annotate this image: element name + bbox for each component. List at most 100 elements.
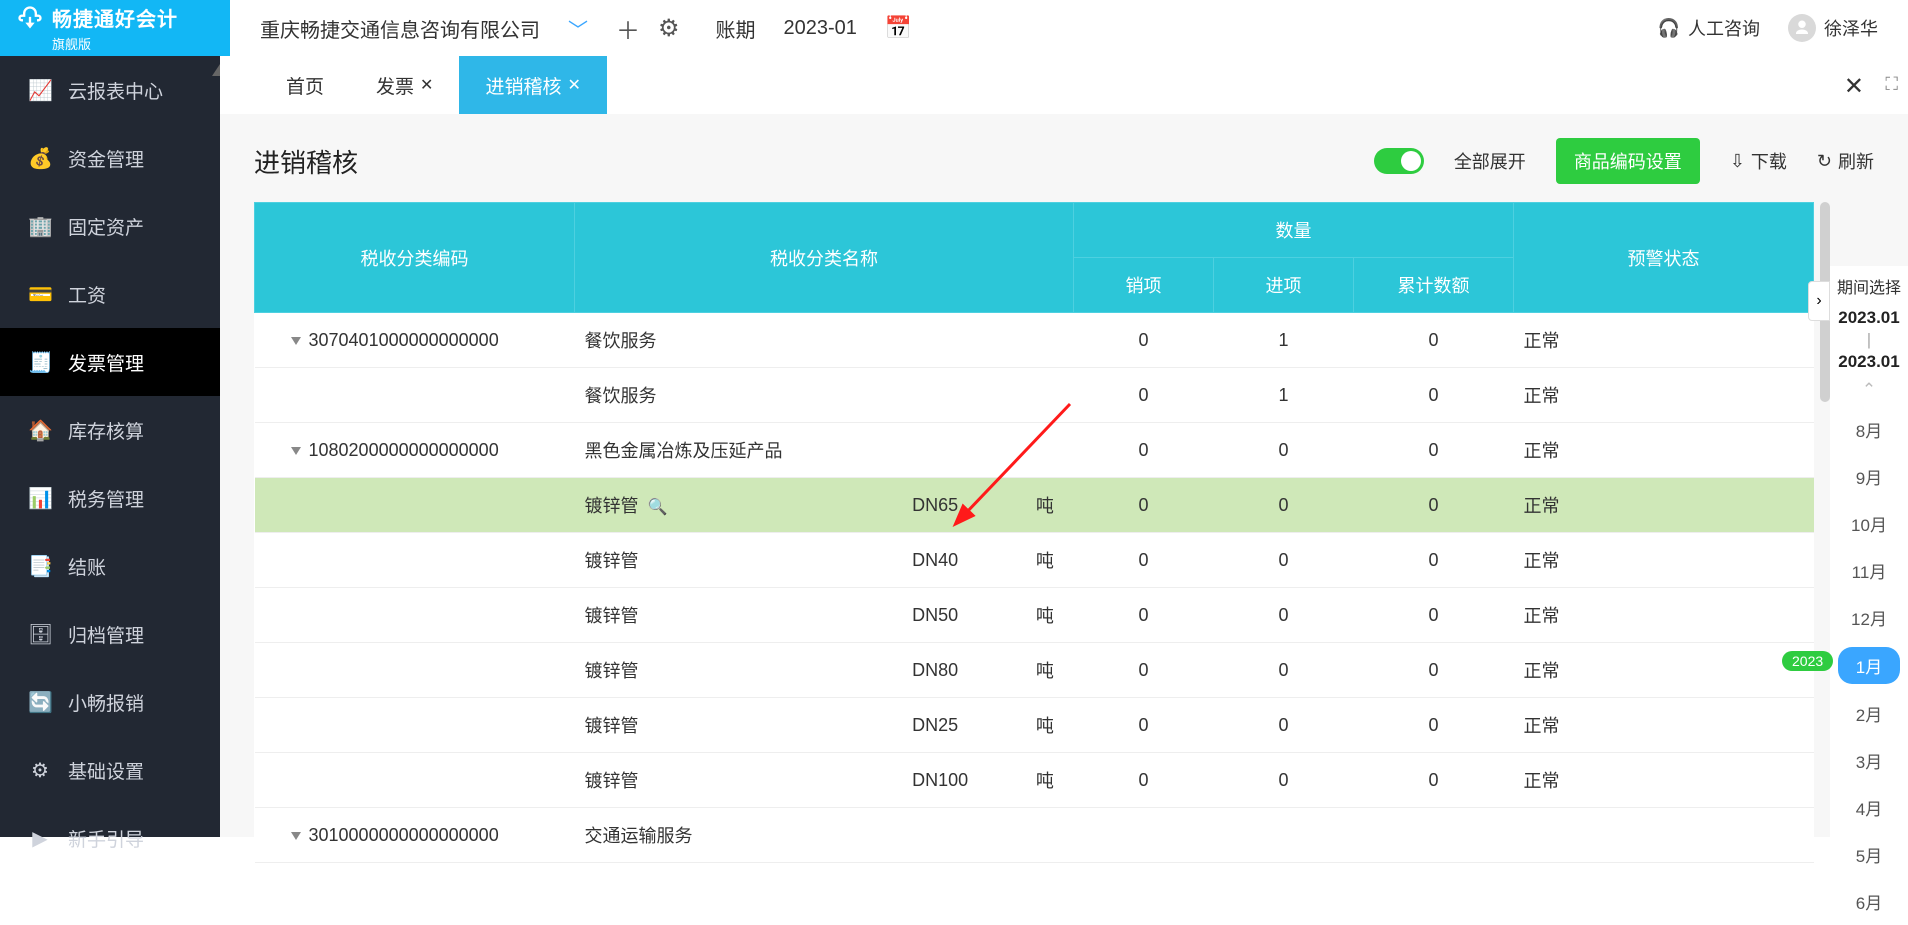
gear-icon[interactable]: ⚙ (658, 14, 680, 43)
sidebar-item-7[interactable]: 📑结账 (0, 532, 220, 600)
month-5月[interactable]: 5月 (1830, 831, 1908, 878)
sidebar-item-5[interactable]: 🏠库存核算 (0, 396, 220, 464)
cell-spec: DN80 (902, 643, 1016, 698)
cell-code (255, 478, 575, 533)
cell-buy: 0 (1214, 478, 1354, 533)
user-menu[interactable]: 徐泽华 (1788, 14, 1878, 42)
cell-unit: 吨 (1016, 698, 1073, 753)
brand-sub: 旗舰版 (16, 34, 230, 53)
month-12月[interactable]: 12月 (1830, 594, 1908, 641)
tabs-expand-icon[interactable]: ⛶ (1885, 74, 1898, 95)
sidebar-label: 发票管理 (68, 349, 144, 376)
cell-name: 镀锌管 (575, 753, 903, 808)
cell-buy: 1 (1214, 368, 1354, 423)
cell-spec: DN50 (902, 588, 1016, 643)
cell-code (255, 588, 575, 643)
headset-icon: 🎧 (1658, 18, 1680, 39)
product-code-button[interactable]: 商品编码设置 (1556, 138, 1700, 184)
period-value[interactable]: 2023-01 (784, 17, 857, 40)
month-10月[interactable]: 10月 (1830, 500, 1908, 547)
row-expander-icon[interactable] (291, 832, 301, 840)
period-to[interactable]: 2023.01 (1830, 350, 1908, 374)
month-9月[interactable]: 9月 (1830, 453, 1908, 500)
refresh-label: 刷新 (1838, 148, 1874, 174)
tab-label: 首页 (286, 72, 324, 99)
sidebar-item-8[interactable]: 🗄归档管理 (0, 600, 220, 668)
table-row[interactable]: 镀锌管DN40吨000正常 (255, 533, 1814, 588)
cell-acc: 0 (1354, 423, 1514, 478)
sidebar-item-4[interactable]: 🧾发票管理 (0, 328, 220, 396)
table-row[interactable]: 镀锌管DN25吨000正常 (255, 698, 1814, 753)
expand-toggle[interactable] (1374, 148, 1424, 174)
row-expander-icon[interactable] (291, 337, 301, 345)
month-3月[interactable]: 3月 (1830, 737, 1908, 784)
sidebar-icon: ▶ (28, 826, 52, 851)
tab-close-icon[interactable]: ✕ (567, 75, 580, 95)
period-panel: 期间选择 2023.01 | 2023.01 ⌃ 8月9月10月11月12月20… (1830, 266, 1908, 837)
month-2月[interactable]: 2月 (1830, 690, 1908, 737)
cell-unit: 吨 (1016, 588, 1073, 643)
tabs-close-icon[interactable]: ✕ (1844, 72, 1864, 101)
tab-1[interactable]: 发票✕ (350, 56, 459, 114)
sidebar-item-11[interactable]: ▶新手引导 (0, 804, 220, 872)
table-row[interactable]: 3070401000000000000餐饮服务010正常 (255, 313, 1814, 368)
month-1月[interactable]: 1月 (1838, 647, 1900, 684)
sidebar-label: 云报表中心 (68, 77, 163, 104)
sidebar-item-9[interactable]: 🔄小畅报销 (0, 668, 220, 736)
cell-spec (902, 368, 1016, 423)
table-row[interactable]: 镀锌管 🔍DN65吨000正常 (255, 478, 1814, 533)
month-11月[interactable]: 11月 (1830, 547, 1908, 594)
support-link[interactable]: 🎧 人工咨询 (1658, 15, 1760, 41)
table-row[interactable]: 镀锌管DN50吨000正常 (255, 588, 1814, 643)
tab-0[interactable]: 首页 (260, 56, 350, 114)
cell-buy: 0 (1214, 423, 1354, 478)
cell-code (255, 753, 575, 808)
period-from[interactable]: 2023.01 (1830, 306, 1908, 330)
company-name[interactable]: 重庆畅捷交通信息咨询有限公司 (260, 14, 540, 43)
sidebar-item-10[interactable]: ⚙基础设置 (0, 736, 220, 804)
add-icon[interactable]: ＋ (616, 11, 640, 46)
month-8月[interactable]: 8月 (1830, 406, 1908, 453)
magnify-icon[interactable]: 🔍 (648, 499, 668, 516)
download-action[interactable]: ⇩ 下载 (1730, 148, 1787, 174)
chevron-right-icon: › (1816, 292, 1821, 310)
sidebar-item-6[interactable]: 📊税务管理 (0, 464, 220, 532)
company-chevron-icon[interactable]: ﹀ (558, 14, 598, 43)
cell-buy: 0 (1214, 643, 1354, 698)
cell-acc: 0 (1354, 478, 1514, 533)
month-6月[interactable]: 6月 (1830, 878, 1908, 925)
sidebar-item-2[interactable]: 🏢固定资产 (0, 192, 220, 260)
expand-label: 全部展开 (1454, 148, 1526, 174)
cell-code (255, 643, 575, 698)
cell-sale: 0 (1074, 588, 1214, 643)
sidebar-item-3[interactable]: 💳工资 (0, 260, 220, 328)
refresh-action[interactable]: ↻ 刷新 (1817, 148, 1874, 174)
table-row[interactable]: 镀锌管DN80吨000正常 (255, 643, 1814, 698)
cell-sale: 0 (1074, 368, 1214, 423)
sidebar-item-1[interactable]: 💰资金管理 (0, 124, 220, 192)
table-row[interactable]: 3010000000000000000交通运输服务 (255, 808, 1814, 863)
cell-alert: 正常 (1514, 643, 1814, 698)
tab-2[interactable]: 进销稽核✕ (459, 56, 606, 114)
row-expander-icon[interactable] (291, 447, 301, 455)
table-row[interactable]: 餐饮服务010正常 (255, 368, 1814, 423)
tab-close-icon[interactable]: ✕ (420, 75, 433, 95)
cell-name: 餐饮服务 (575, 313, 903, 368)
support-label: 人工咨询 (1688, 15, 1760, 41)
period-up-icon[interactable]: ⌃ (1830, 374, 1908, 406)
year-badge: 2023 (1782, 651, 1833, 671)
cell-alert: 正常 (1514, 368, 1814, 423)
period-panel-title: 期间选择 (1830, 266, 1908, 306)
cell-acc: 0 (1354, 533, 1514, 588)
period-drawer-toggle[interactable]: › (1808, 281, 1830, 321)
table-row[interactable]: 1080200000000000000黑色金属冶炼及压延产品000正常 (255, 423, 1814, 478)
page-actions: 全部展开 商品编码设置 ⇩ 下载 ↻ 刷新 (1374, 138, 1874, 184)
brand-title: 畅捷通好会计 (52, 3, 178, 32)
table-row[interactable]: 镀锌管DN100吨000正常 (255, 753, 1814, 808)
sidebar-item-0[interactable]: 📈云报表中心 (0, 56, 220, 124)
sidebar-label: 资金管理 (68, 145, 144, 172)
calendar-icon[interactable]: 📅 (885, 15, 912, 41)
tab-strip: 首页发票✕进销稽核✕ ✕ ⛶ (220, 56, 1908, 114)
month-4月[interactable]: 4月 (1830, 784, 1908, 831)
cell-unit (1016, 313, 1073, 368)
